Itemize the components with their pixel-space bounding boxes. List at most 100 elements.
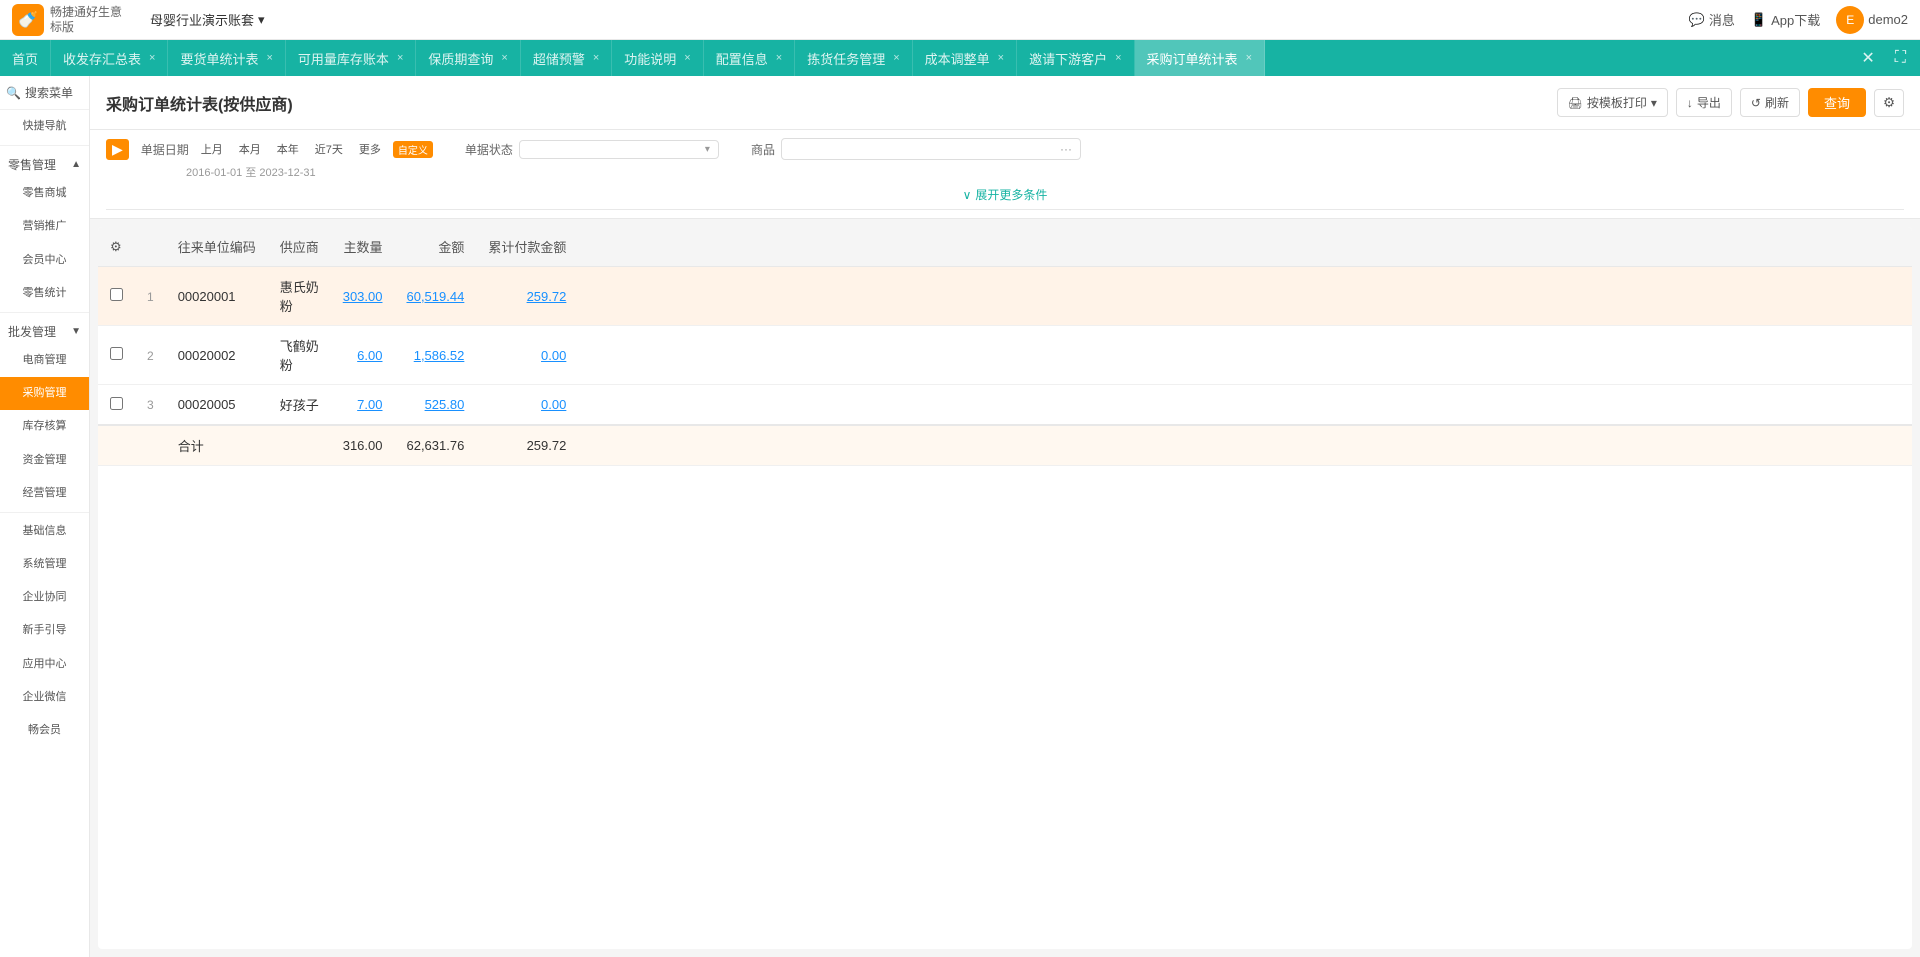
sidebar-item-purchase[interactable]: 采购管理 (0, 377, 89, 410)
row-checkbox[interactable] (98, 385, 135, 426)
tab-chengben[interactable]: 成本调整单 × (913, 40, 1017, 76)
tab-baozhi[interactable]: 保质期查询 × (416, 40, 520, 76)
tab-chaochu[interactable]: 超储预警 × (521, 40, 612, 76)
sidebar-divider-2 (0, 312, 89, 313)
close-icon[interactable]: × (266, 52, 272, 64)
date-btn-7days[interactable]: 近7天 (309, 139, 349, 159)
refresh-button[interactable]: ↺ 刷新 (1740, 88, 1800, 117)
sidebar-item-retail-store[interactable]: 零售商城 (0, 177, 89, 210)
footer-empty3 (268, 425, 331, 466)
custom-date-badge: 自定义 (393, 141, 433, 158)
sidebar-item-quick-nav[interactable]: 快捷导航 (0, 110, 89, 143)
close-icon[interactable]: × (1246, 52, 1252, 64)
sidebar-item-inventory[interactable]: 库存核算 (0, 410, 89, 443)
sidebar-item-finance[interactable]: 资金管理 (0, 444, 89, 477)
table-header-row: ⚙ 往来单位编码 供应商 主数量 金额 累计付款金额 (98, 227, 1912, 267)
export-icon: ↓ (1687, 96, 1693, 110)
tab-keyongliang[interactable]: 可用量库存账本 × (286, 40, 416, 76)
table-row[interactable]: 3 00020005 好孩子 7.00 525.80 0.00 (98, 385, 1912, 426)
tab-yaohuo[interactable]: 要货单统计表 × (168, 40, 285, 76)
chevron-down-icon: ▾ (258, 12, 265, 28)
date-btn-more[interactable]: 更多 (353, 139, 387, 159)
sidebar-item-ecommerce[interactable]: 电商管理 (0, 344, 89, 377)
chevron-down-icon: ▾ (705, 144, 710, 155)
footer-empty1 (98, 425, 135, 466)
settings-button[interactable]: ⚙ (1874, 89, 1904, 117)
settings-icon[interactable]: ⚙ (110, 239, 122, 254)
close-icon[interactable]: × (776, 52, 782, 64)
close-icon[interactable]: × (593, 52, 599, 64)
logo-icon: 🍼 (12, 4, 44, 36)
status-select[interactable]: ▾ (519, 140, 719, 159)
sidebar-item-basic-info[interactable]: 基础信息 (0, 515, 89, 548)
date-btn-last-month[interactable]: 上月 (195, 139, 229, 159)
table-row[interactable]: 1 00020001 惠氏奶粉 303.00 60,519.44 259.72 (98, 267, 1912, 326)
search-menu-item[interactable]: 🔍 搜索菜单 (0, 76, 89, 110)
app-download-button[interactable]: 📱 App下载 (1751, 10, 1820, 29)
close-icon[interactable]: × (1115, 52, 1121, 64)
footer-amount: 62,631.76 (394, 425, 476, 466)
th-extra (578, 227, 1912, 267)
user-profile[interactable]: E demo2 (1836, 6, 1908, 34)
table-footer-row: 合计 316.00 62,631.76 259.72 (98, 425, 1912, 466)
sidebar-item-system[interactable]: 系统管理 (0, 548, 89, 581)
date-btn-this-month[interactable]: 本月 (233, 139, 267, 159)
expand-conditions-button[interactable]: ∨ 展开更多条件 (963, 186, 1048, 203)
row-code: 00020001 (166, 267, 268, 326)
sidebar-item-apps[interactable]: 应用中心 (0, 648, 89, 681)
nav-tabs-actions: ✕ ⛶ (1855, 46, 1920, 70)
sidebar-item-guide[interactable]: 新手引导 (0, 614, 89, 647)
close-icon[interactable]: × (998, 52, 1004, 64)
logo-area: 🍼 畅捷通好生意 标版 (12, 4, 122, 36)
sidebar-item-wholesale[interactable]: 批发管理 ▼ (0, 315, 89, 344)
row-quantity: 7.00 (331, 385, 395, 426)
sidebar-item-wechat[interactable]: 企业微信 (0, 681, 89, 714)
close-icon[interactable]: × (893, 52, 899, 64)
filter-date: 单据日期 上月 本月 本年 近7天 更多 自定义 (141, 139, 433, 159)
table-row[interactable]: 2 00020002 飞鹤奶粉 6.00 1,586.52 0.00 (98, 326, 1912, 385)
sidebar-item-marketing[interactable]: 营销推广 (0, 210, 89, 243)
close-window-button[interactable]: ✕ (1855, 46, 1880, 70)
row-code: 00020002 (166, 326, 268, 385)
close-icon[interactable]: × (684, 52, 690, 64)
row-extra (578, 267, 1912, 326)
message-icon: 💬 (1689, 12, 1705, 28)
tab-peizhi[interactable]: 配置信息 × (704, 40, 795, 76)
refresh-icon: ↺ (1751, 96, 1761, 110)
row-checkbox[interactable] (98, 267, 135, 326)
message-button[interactable]: 💬 消息 (1689, 10, 1735, 29)
th-supplier: 供应商 (268, 227, 331, 267)
close-icon[interactable]: × (501, 52, 507, 64)
sidebar-item-retail-mgmt[interactable]: 零售管理 ▲ (0, 148, 89, 177)
tab-jianhuo[interactable]: 拣货任务管理 × (795, 40, 912, 76)
filter-status: 单据状态 ▾ (465, 140, 719, 159)
close-icon[interactable]: × (397, 52, 403, 64)
org-selector[interactable]: 母婴行业演示账套 ▾ (150, 10, 265, 29)
tab-caigou-active[interactable]: 采购订单统计表 × (1135, 40, 1265, 76)
filter-toggle-button[interactable]: ▶ (106, 139, 129, 160)
tab-shoufacun[interactable]: 收发存汇总表 × (51, 40, 168, 76)
sidebar-item-enterprise[interactable]: 企业协同 (0, 581, 89, 614)
more-icon[interactable]: ··· (1060, 142, 1072, 156)
tab-yaoqing[interactable]: 邀请下游客户 × (1017, 40, 1134, 76)
row-checkbox[interactable] (98, 326, 135, 385)
tab-gongneng[interactable]: 功能说明 × (612, 40, 703, 76)
query-button[interactable]: 查询 (1808, 88, 1866, 117)
row-index: 2 (135, 326, 166, 385)
row-supplier: 飞鹤奶粉 (268, 326, 331, 385)
header-actions: 🖨 按模板打印 ▾ ↓ 导出 ↺ 刷新 查询 ⚙ (1557, 88, 1904, 117)
print-button[interactable]: 🖨 按模板打印 ▾ (1557, 88, 1668, 117)
export-button[interactable]: ↓ 导出 (1676, 88, 1732, 117)
sidebar-item-retail-stats[interactable]: 零售统计 (0, 277, 89, 310)
sidebar-item-member[interactable]: 会员中心 (0, 244, 89, 277)
date-btn-this-year[interactable]: 本年 (271, 139, 305, 159)
print-icon: 🖨 (1568, 96, 1583, 110)
sidebar-item-operations[interactable]: 经营管理 (0, 477, 89, 510)
sidebar-item-vip[interactable]: 畅会员 (0, 714, 89, 747)
close-icon[interactable]: × (149, 52, 155, 64)
maximize-button[interactable]: ⛶ (1889, 47, 1912, 69)
goods-input[interactable]: ··· (781, 138, 1081, 160)
tab-home[interactable]: 首页 (0, 40, 51, 76)
chevron-up-icon: ▲ (71, 159, 81, 170)
content-area: 采购订单统计表(按供应商) 🖨 按模板打印 ▾ ↓ 导出 ↺ 刷新 (90, 76, 1920, 957)
